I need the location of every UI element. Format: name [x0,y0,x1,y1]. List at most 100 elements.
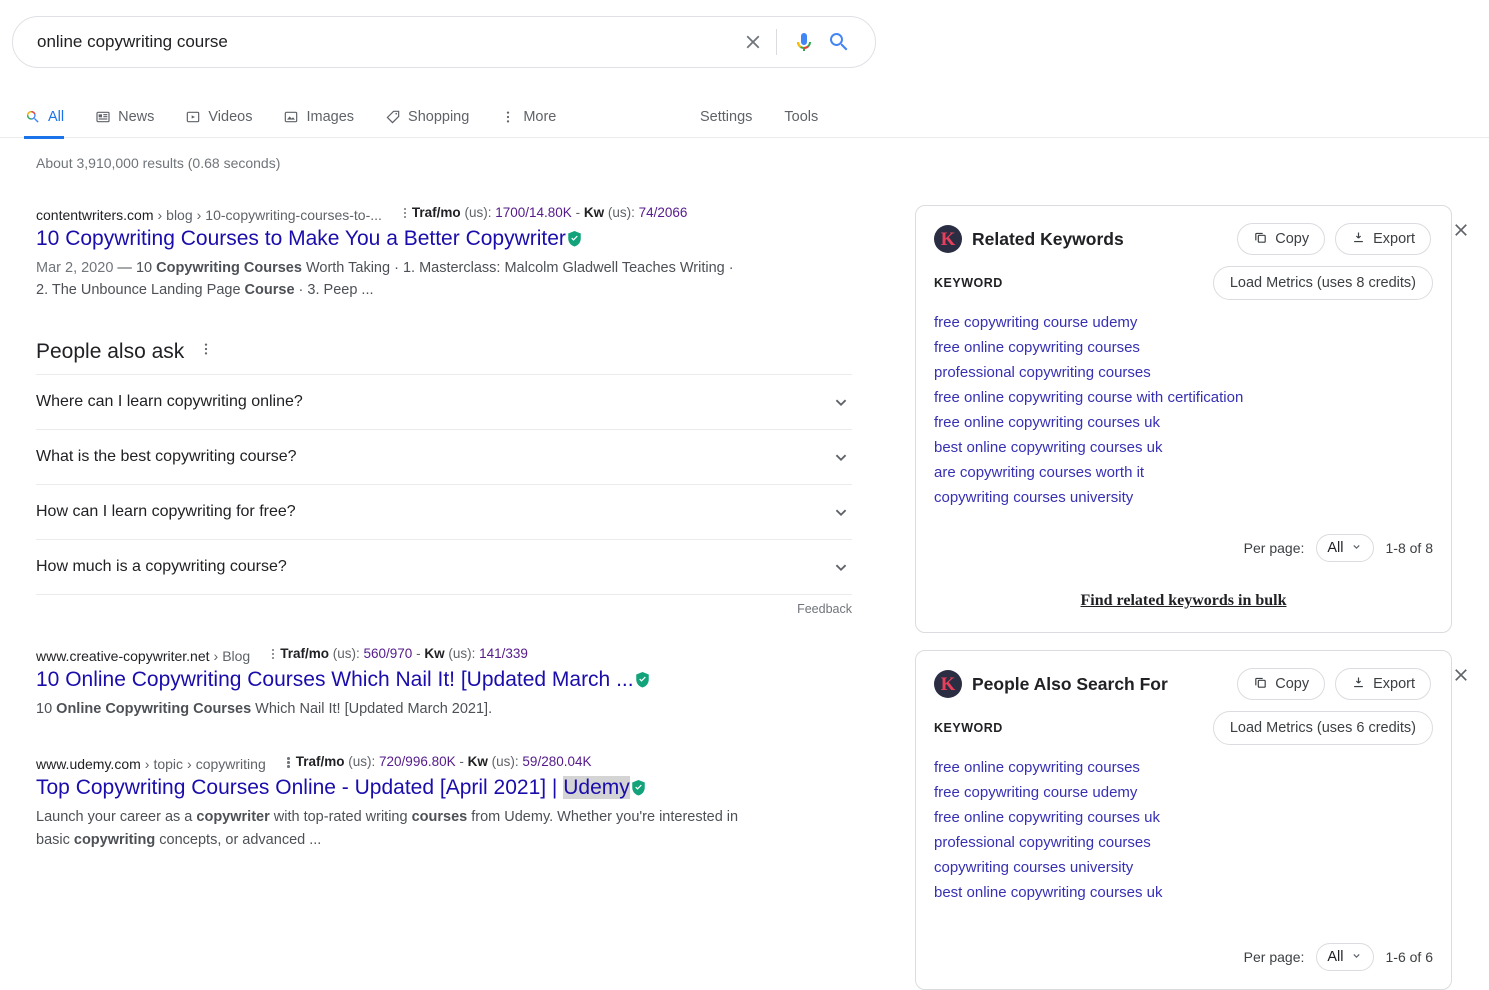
results-count: About 3,910,000 results (0.68 seconds) [36,155,281,171]
card-title: Related Keywords [972,228,1124,249]
paa-question: Where can I learn copywriting online? [36,392,303,410]
keyword-link[interactable]: copywriting courses university [934,855,1433,880]
tools-button[interactable]: Tools [784,109,818,125]
export-label: Export [1373,231,1415,247]
tab-images[interactable]: Images [282,96,370,138]
per-page-select[interactable]: All [1316,534,1374,562]
traf-value: 1700/14.80K [495,205,572,220]
download-icon [1351,230,1366,249]
related-keywords-card: K Related Keywords Copy Export KEYWORD L… [915,205,1467,633]
traf-label: Traf/mo [280,645,329,661]
more-vert-icon [499,108,517,126]
search-result: www.creative-copywriter.net › Blog Traf/mo… [36,644,876,720]
copy-icon [1253,675,1268,694]
copy-button[interactable]: Copy [1237,223,1326,255]
copy-button[interactable]: Copy [1237,668,1326,700]
search-submit-icon[interactable] [819,25,859,59]
copy-label: Copy [1275,231,1310,247]
result-url[interactable]: contentwriters.com › blog › 10-copywriting-c… [36,205,382,225]
export-button[interactable]: Export [1335,668,1431,700]
paa-question-item[interactable]: What is the best copywriting course? [36,430,852,485]
card-subheader: KEYWORD Load Metrics (uses 8 credits) [916,256,1451,302]
find-keywords-bulk-link[interactable]: Find related keywords in bulk [916,592,1451,610]
paa-header: People also ask [36,340,852,364]
keyword-list: free online copywriting courses free cop… [916,747,1451,905]
paa-list: Where can I learn copywriting online? Wh… [36,373,852,595]
snippet-body: Launch your career as a copywriter with … [36,809,739,848]
microphone-icon[interactable] [789,25,819,59]
settings-button[interactable]: Settings [700,109,752,125]
close-icon[interactable] [1451,665,1473,687]
result-title-link[interactable]: 10 Copywriting Courses to Make You a Bet… [36,227,566,250]
keyword-link[interactable]: free online copywriting course with cert… [934,385,1433,410]
keyword-link[interactable]: free copywriting course udemy [934,310,1433,335]
load-metrics-button[interactable]: Load Metrics (uses 6 credits) [1212,711,1433,745]
result-snippet: Mar 2, 2020 — 10 Copywriting Courses Wor… [36,257,741,302]
chevron-down-icon[interactable] [830,391,852,413]
keyword-link[interactable]: copywriting courses university [934,485,1433,510]
copy-label: Copy [1275,676,1310,692]
card-header: K Related Keywords Copy Export [916,206,1451,256]
chevron-down-icon[interactable] [830,501,852,523]
search-bar[interactable] [12,16,876,68]
result-url[interactable]: www.creative-copywriter.net › Blog [36,646,250,666]
export-button[interactable]: Export [1335,223,1431,255]
search-input[interactable] [37,32,736,52]
tab-more[interactable]: More [499,96,572,138]
keyword-link[interactable]: free online copywriting courses [934,335,1433,360]
clear-search-icon[interactable] [736,25,770,59]
traf-value: 560/970 [363,645,413,661]
close-icon[interactable] [1451,220,1473,242]
keyword-link[interactable]: best online copywriting courses uk [934,880,1433,905]
card-header: K People Also Search For Copy Export [916,651,1451,701]
tab-news[interactable]: News [94,96,170,138]
load-metrics-button[interactable]: Load Metrics (uses 8 credits) [1212,266,1433,300]
card-title: People Also Search For [972,673,1168,694]
keyword-metrics: Traf/mo (us): 1700/14.80K - Kw (us): 74/… [400,203,687,223]
result-url[interactable]: www.udemy.com › topic › copywriting [36,754,266,774]
kw-value: 141/339 [479,645,528,661]
tab-all[interactable]: All [24,96,80,139]
traf-label: Traf/mo [295,754,345,770]
more-vert-icon[interactable] [284,755,294,769]
paa-question: How much is a copywriting course? [36,557,287,575]
search-tabs-row: All News Videos Images Shopping More Set… [0,96,1489,139]
keyword-link[interactable]: best online copywriting courses uk [934,435,1433,460]
snippet-body: — 10 Copywriting Courses Worth Taking · … [36,259,734,299]
verified-shield-icon [567,230,582,247]
keyword-link[interactable]: free online copywriting courses uk [934,410,1433,435]
keyword-link[interactable]: free online copywriting courses uk [934,805,1433,830]
more-vert-icon[interactable] [268,647,278,661]
search-icon [24,108,42,126]
traf-value: 720/996.80K [379,754,456,770]
paa-question-item[interactable]: How much is a copywriting course? [36,540,852,595]
keyword-link[interactable]: free copywriting course udemy [934,780,1433,805]
kw-label: Kw [583,205,605,220]
feedback-link[interactable]: Feedback [36,602,852,616]
tab-label: Shopping [408,109,470,125]
keyword-metrics: Traf/mo (us): 720/996.80K - Kw (us): 59/… [284,752,591,772]
snippet-body: 10 Online Copywriting Courses Which Nail… [36,700,493,717]
tab-label: Videos [208,109,253,125]
chevron-down-icon[interactable] [830,446,852,468]
news-icon [94,108,112,126]
keywords-everywhere-logo-icon: K [934,670,962,698]
highlighted-text: Udemy [563,776,630,800]
per-page-select[interactable]: All [1316,943,1374,971]
keyword-link[interactable]: professional copywriting courses [934,360,1433,385]
search-result: contentwriters.com › blog › 10-copywriting-c… [36,203,876,302]
keyword-link[interactable]: professional copywriting courses [934,830,1433,855]
kw-label: Kw [467,754,488,770]
paa-question-item[interactable]: Where can I learn copywriting online? [36,375,852,430]
chevron-down-icon[interactable] [830,556,852,578]
paa-question-item[interactable]: How can I learn copywriting for free? [36,485,852,540]
card-pagination: Per page: All 1-6 of 6 [1244,943,1433,971]
tab-shopping[interactable]: Shopping [384,96,485,138]
tab-videos[interactable]: Videos [184,96,268,138]
result-title-link[interactable]: Top Copywriting Courses Online - Updated… [36,776,630,800]
more-vert-icon[interactable] [400,206,410,220]
keyword-link[interactable]: are copywriting courses worth it [934,460,1433,485]
result-title-link[interactable]: 10 Online Copywriting Courses Which Nail… [36,668,634,691]
more-vert-icon[interactable] [198,341,214,362]
keyword-link[interactable]: free online copywriting courses [934,755,1433,780]
